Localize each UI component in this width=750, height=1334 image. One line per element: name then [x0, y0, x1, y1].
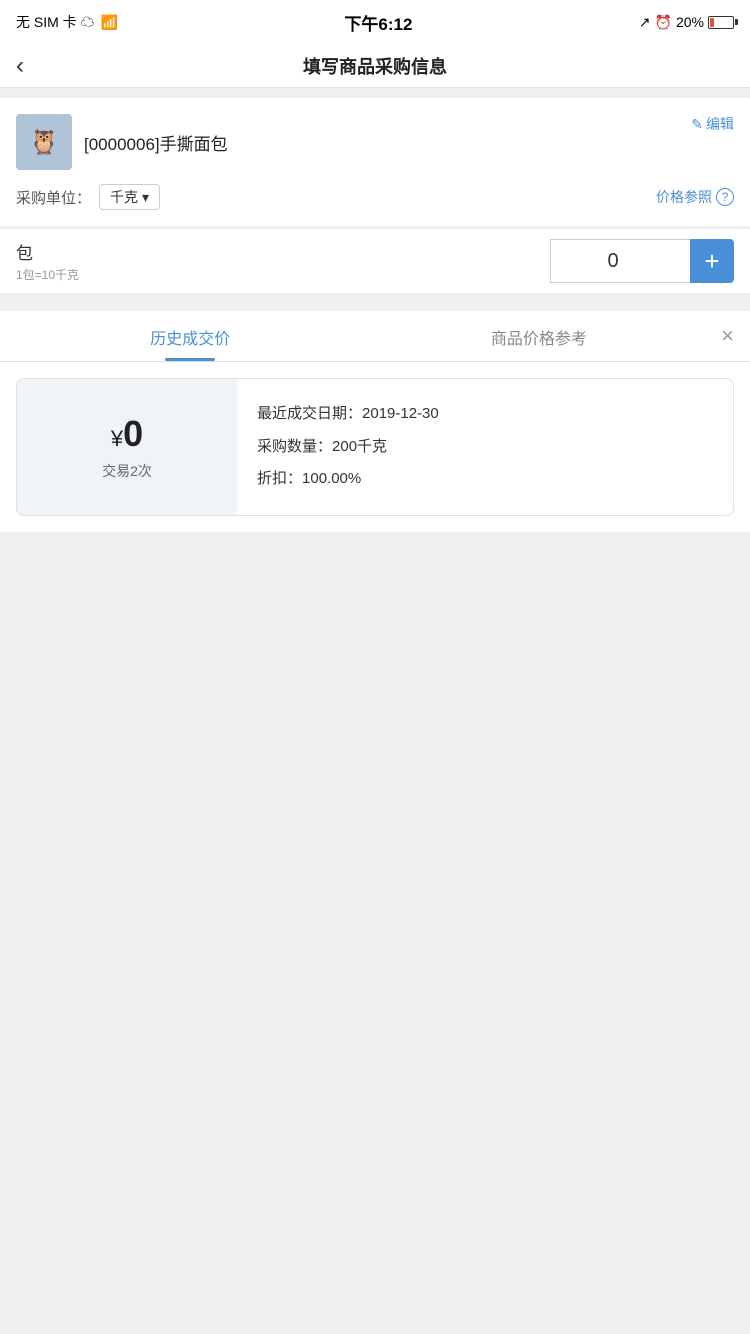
- quantity-input[interactable]: [550, 239, 690, 283]
- history-price-section: ¥0 交易2次 最近成交日期：2019-12-30 采购数量：200千克 折扣：…: [0, 362, 750, 532]
- qty-label-area: 包 1包=10千克: [16, 239, 79, 283]
- product-section: 🦉 [0000006]手撕面包 ✎ 编辑 采购单位： 千克 ▾ 价格参照 ?: [0, 98, 750, 226]
- recent-date-label: 最近成交日期：: [257, 405, 362, 422]
- edit-button[interactable]: ✎ 编辑: [691, 114, 734, 134]
- edit-icon: ✎: [691, 116, 703, 133]
- tab-history-price[interactable]: 历史成交价: [16, 311, 365, 361]
- price-reference-button[interactable]: 价格参照 ?: [656, 187, 734, 207]
- tab-product-price-ref[interactable]: 商品价格参考: [365, 311, 714, 361]
- battery-fill: [710, 18, 714, 27]
- edit-label: 编辑: [706, 114, 734, 134]
- qty-plus-button[interactable]: +: [690, 239, 734, 283]
- status-right: ↗ ⏰ 20%: [639, 14, 734, 31]
- qty-conversion: 1包=10千克: [16, 266, 79, 283]
- price-ref-help-icon: ?: [716, 188, 734, 206]
- discount-value: 100.00%: [302, 470, 361, 487]
- status-bar: 无 SIM 卡 ☁ 📶 下午6:12 ↗ ⏰ 20%: [0, 0, 750, 44]
- page-title: 填写商品采购信息: [303, 53, 447, 79]
- dropdown-arrow-icon: ▾: [142, 189, 149, 206]
- price-display: ¥0: [111, 413, 143, 455]
- trade-count: 交易2次: [102, 461, 152, 481]
- product-name: [0000006]手撕面包: [84, 130, 228, 155]
- qty-control: +: [550, 239, 734, 283]
- divider: [0, 293, 750, 301]
- purchase-qty-label: 采购数量：: [257, 438, 332, 455]
- tabs-row: 历史成交价 商品价格参考 ×: [0, 311, 750, 361]
- currency-symbol: ¥: [111, 426, 123, 451]
- discount-row: 折扣：100.00%: [257, 468, 713, 491]
- battery-percentage: 20%: [676, 14, 704, 30]
- recent-date-row: 最近成交日期：2019-12-30: [257, 403, 713, 426]
- purchase-qty-value: 200千克: [332, 438, 387, 455]
- product-thumbnail: 🦉: [16, 114, 72, 170]
- product-info: 🦉 [0000006]手撕面包: [16, 114, 228, 170]
- price-card: ¥0 交易2次 最近成交日期：2019-12-30 采购数量：200千克 折扣：…: [16, 378, 734, 516]
- price-amount: 0: [123, 413, 143, 454]
- status-left: 无 SIM 卡 ☁ 📶: [16, 12, 118, 32]
- purchase-qty-row: 采购数量：200千克: [257, 436, 713, 459]
- quantity-section: 包 1包=10千克 +: [0, 228, 750, 293]
- status-time: 下午6:12: [344, 10, 412, 35]
- unit-label: 采购单位：: [16, 187, 91, 208]
- price-ref-label: 价格参照: [656, 187, 712, 207]
- back-button[interactable]: ‹: [16, 48, 32, 84]
- unit-value: 千克: [110, 187, 138, 207]
- discount-label: 折扣：: [257, 470, 302, 487]
- price-card-right: 最近成交日期：2019-12-30 采购数量：200千克 折扣：100.00%: [237, 379, 733, 515]
- tabs-container: 历史成交价 商品价格参考 ×: [0, 311, 750, 362]
- recent-date-value: 2019-12-30: [362, 405, 439, 422]
- unit-select-dropdown[interactable]: 千克 ▾: [99, 184, 160, 210]
- product-unit-row: 采购单位： 千克 ▾ 价格参照 ?: [16, 184, 734, 210]
- qty-unit-text: 包: [16, 239, 79, 264]
- price-card-left: ¥0 交易2次: [17, 379, 237, 515]
- wifi-icon: 📶: [101, 14, 118, 31]
- alarm-icon: ⏰: [655, 14, 672, 31]
- product-top-row: 🦉 [0000006]手撕面包 ✎ 编辑: [16, 114, 734, 170]
- tab-close-button[interactable]: ×: [713, 315, 734, 357]
- battery-icon: [708, 16, 734, 29]
- nav-bar: ‹ 填写商品采购信息: [0, 44, 750, 88]
- location-icon: ↗: [639, 14, 651, 31]
- no-sim-text: 无 SIM 卡 ☁: [16, 12, 95, 32]
